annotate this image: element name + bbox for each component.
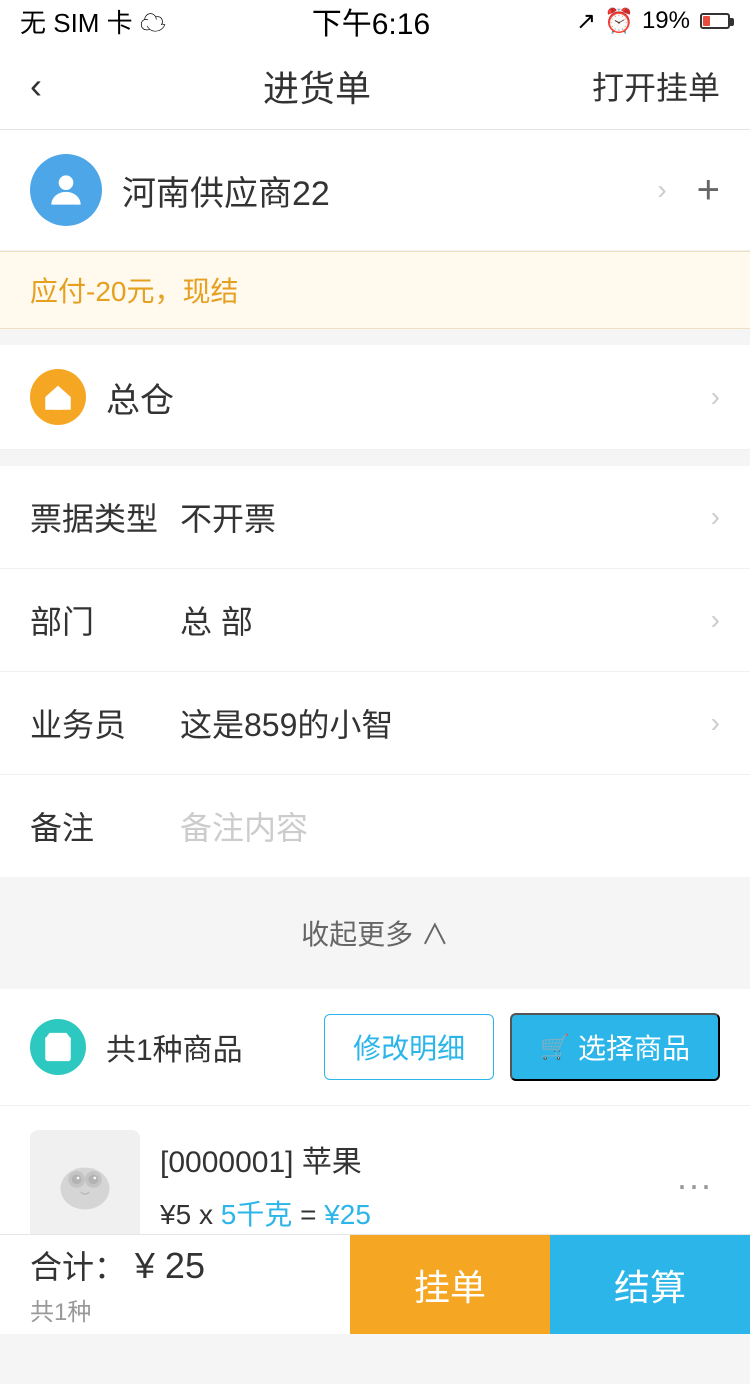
status-bar: 无 SIM 卡 ☁ 下午6:16 ↗ ⏰ 19% [0, 0, 750, 42]
alarm-icon: ⏰ [604, 7, 634, 36]
dept-row[interactable]: 部门 总 部 › [0, 569, 750, 672]
home-icon [41, 380, 75, 414]
select-label: 选择商品 [578, 1027, 690, 1067]
dept-value: 总 部 [160, 597, 711, 643]
bottom-bar: 合计： ¥ 25 共1种 挂单 结算 [0, 1234, 750, 1334]
product-info: [0000001] 苹果 ¥5 x 5千克 = ¥25 [160, 1137, 668, 1233]
products-icon [30, 1019, 86, 1075]
supplier-name: 河南供应商22 [122, 166, 657, 215]
battery-level: 19% [642, 7, 690, 35]
hang-order-button[interactable]: 挂单 [350, 1235, 550, 1334]
checkout-button[interactable]: 结算 [550, 1235, 750, 1334]
total-section: 合计： ¥ 25 共1种 [0, 1235, 350, 1334]
salesman-label: 业务员 [30, 700, 160, 746]
total-amount: ¥ 25 [135, 1245, 205, 1286]
remark-row[interactable]: 备注 备注内容 [0, 775, 750, 877]
product-thumbnail [30, 1130, 140, 1240]
product-price: ¥5 x 5千克 = ¥25 [160, 1193, 668, 1233]
dept-arrow-icon: › [711, 604, 720, 636]
cart-icon [41, 1030, 75, 1064]
content: 河南供应商22 › + 应付-20元，现结 总仓 › 票据类型 不开票 › 部门… [0, 130, 750, 1384]
form-card: 票据类型 不开票 › 部门 总 部 › 业务员 这是859的小智 › 备注 备注… [0, 466, 750, 877]
salesman-row[interactable]: 业务员 这是859的小智 › [0, 672, 750, 775]
open-hang-button[interactable]: 打开挂单 [592, 63, 720, 109]
supplier-row[interactable]: 河南供应商22 › + [0, 130, 750, 251]
multiply-sign: x [199, 1199, 221, 1230]
warehouse-row[interactable]: 总仓 › [0, 345, 750, 450]
salesman-arrow-icon: › [711, 707, 720, 739]
warehouse-name: 总仓 [106, 373, 711, 422]
invoice-value: 不开票 [160, 494, 711, 540]
equals-sign: = [300, 1199, 324, 1230]
product-code: [0000001] [160, 1146, 293, 1179]
supplier-card: 河南供应商22 › + 应付-20元，现结 [0, 130, 750, 329]
status-right: ↗ ⏰ 19% [576, 7, 730, 36]
invoice-label: 票据类型 [30, 494, 160, 540]
products-count: 共1种商品 [106, 1025, 324, 1069]
location-icon: ↗ [576, 7, 596, 36]
products-card: 共1种商品 修改明细 🛒 选择商品 [0, 989, 750, 1264]
salesman-value: 这是859的小智 [160, 700, 711, 746]
supplier-avatar [30, 154, 102, 226]
dept-label: 部门 [30, 597, 160, 643]
products-header: 共1种商品 修改明细 🛒 选择商品 [0, 989, 750, 1106]
product-more-button[interactable]: ··· [668, 1156, 720, 1214]
nav-bar: ‹ 进货单 打开挂单 [0, 42, 750, 130]
total-count: 共1种 [30, 1292, 320, 1327]
edit-detail-button[interactable]: 修改明细 [324, 1014, 494, 1080]
collapse-label: 收起更多 ∧ [301, 913, 449, 953]
warning-text: 应付-20元，现结 [30, 276, 238, 307]
user-icon [44, 168, 88, 212]
back-button[interactable]: ‹ [30, 65, 42, 107]
warehouse-icon [30, 369, 86, 425]
warning-banner: 应付-20元，现结 [0, 251, 750, 329]
unit-price: ¥5 [160, 1199, 191, 1230]
battery-icon [700, 13, 730, 29]
add-supplier-button[interactable]: + [697, 170, 720, 210]
page-title: 进货单 [263, 60, 371, 112]
remark-label: 备注 [30, 803, 160, 849]
total-label: 合计： [30, 1249, 126, 1285]
remark-input[interactable]: 备注内容 [160, 803, 720, 849]
status-left: 无 SIM 卡 ☁ [20, 3, 166, 40]
invoice-row[interactable]: 票据类型 不开票 › [0, 466, 750, 569]
product-title: 苹果 [302, 1146, 362, 1179]
collapse-row[interactable]: 收起更多 ∧ [0, 893, 750, 973]
invoice-arrow-icon: › [711, 501, 720, 533]
owl-icon [50, 1150, 120, 1220]
quantity: 5千克 [221, 1199, 293, 1230]
supplier-arrow-icon: › [657, 174, 666, 206]
product-name: [0000001] 苹果 [160, 1137, 668, 1181]
select-product-button[interactable]: 🛒 选择商品 [510, 1013, 720, 1081]
warehouse-arrow-icon: › [711, 381, 720, 413]
total-main: 合计： ¥ 25 [30, 1242, 320, 1288]
subtotal: ¥25 [324, 1199, 371, 1230]
status-time: 下午6:16 [312, 0, 430, 43]
sim-status: 无 SIM 卡 ☁ [20, 3, 166, 40]
select-icon: 🛒 [540, 1033, 570, 1062]
